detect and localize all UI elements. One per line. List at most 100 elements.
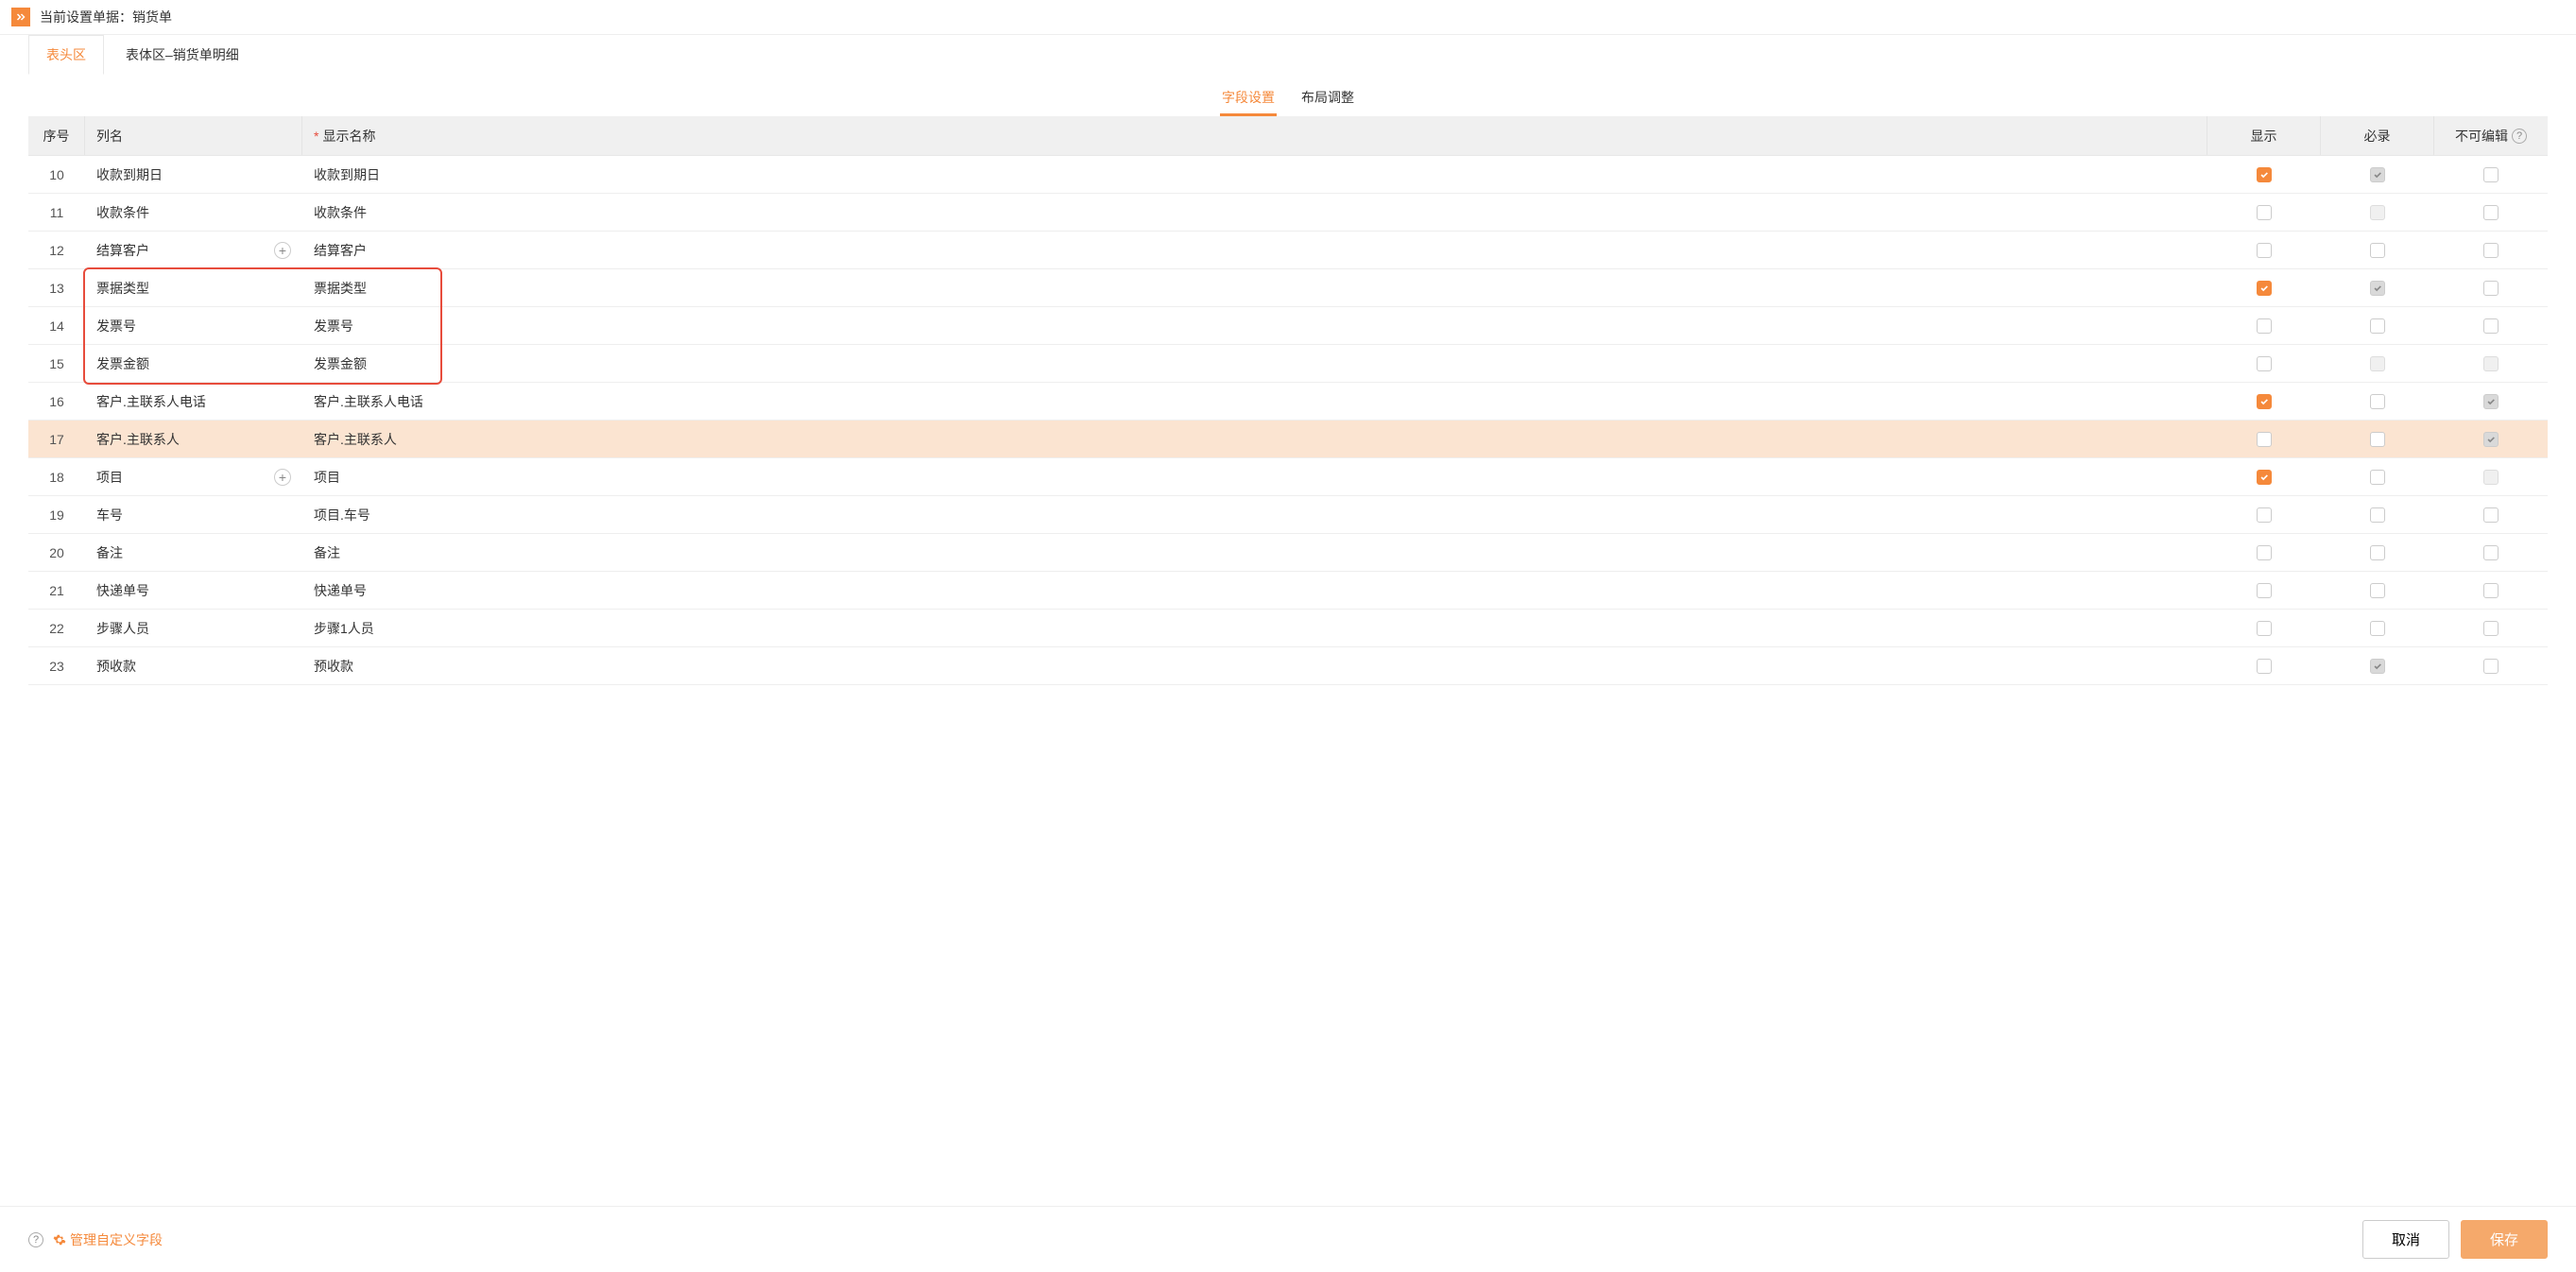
cell-display-name[interactable]: 发票金额 [302, 345, 2207, 382]
checkbox-show[interactable] [2257, 470, 2272, 485]
cell-display-name[interactable]: 收款到期日 [302, 156, 2207, 193]
checkbox-readonly[interactable] [2483, 167, 2499, 182]
checkbox-show[interactable] [2257, 432, 2272, 447]
manage-custom-fields-link[interactable]: 管理自定义字段 [53, 1230, 163, 1249]
cell-required [2321, 232, 2434, 268]
cancel-button[interactable]: 取消 [2362, 1220, 2449, 1259]
checkbox-required[interactable] [2370, 394, 2385, 409]
cell-readonly [2434, 269, 2548, 306]
add-child-button[interactable]: + [274, 242, 291, 259]
checkbox-show[interactable] [2257, 318, 2272, 334]
cell-required [2321, 383, 2434, 420]
checkbox-required[interactable] [2370, 583, 2385, 598]
save-button[interactable]: 保存 [2461, 1220, 2548, 1259]
tab-1[interactable]: 表体区–销货单明细 [108, 35, 257, 75]
checkbox-readonly [2483, 356, 2499, 371]
checkbox-readonly[interactable] [2483, 281, 2499, 296]
cell-display-name[interactable]: 客户.主联系人 [302, 421, 2207, 457]
checkbox-readonly[interactable] [2483, 659, 2499, 674]
cell-display-name[interactable]: 快递单号 [302, 572, 2207, 609]
cell-seq: 10 [28, 156, 85, 193]
cell-show [2207, 345, 2321, 382]
cell-display-name[interactable]: 客户.主联系人电话 [302, 383, 2207, 420]
checkbox-required[interactable] [2370, 545, 2385, 560]
cell-required [2321, 156, 2434, 193]
checkbox-required[interactable] [2370, 432, 2385, 447]
checkbox-readonly [2483, 394, 2499, 409]
checkbox-show[interactable] [2257, 545, 2272, 560]
checkbox-show[interactable] [2257, 205, 2272, 220]
cell-readonly [2434, 458, 2548, 495]
cell-seq: 21 [28, 572, 85, 609]
cell-col-name: 结算客户+ [85, 232, 302, 268]
cell-col-name: 步骤人员 [85, 610, 302, 646]
checkbox-show[interactable] [2257, 394, 2272, 409]
cell-show [2207, 534, 2321, 571]
cell-seq: 11 [28, 194, 85, 231]
checkbox-required[interactable] [2370, 621, 2385, 636]
checkbox-readonly [2483, 470, 2499, 485]
tab-0[interactable]: 表头区 [28, 35, 104, 75]
table-row: 12结算客户+结算客户 [28, 232, 2548, 269]
col-header-name: 列名 [85, 116, 302, 155]
table-row: 10收款到期日收款到期日 [28, 156, 2548, 194]
checkbox-show[interactable] [2257, 659, 2272, 674]
cell-display-name[interactable]: 项目.车号 [302, 496, 2207, 533]
help-icon[interactable]: ? [28, 1232, 43, 1247]
cell-show [2207, 647, 2321, 684]
sub-tab-0[interactable]: 字段设置 [1220, 88, 1277, 116]
checkbox-readonly[interactable] [2483, 507, 2499, 523]
cell-display-name[interactable]: 预收款 [302, 647, 2207, 684]
cell-display-name[interactable]: 步骤1人员 [302, 610, 2207, 646]
add-child-button[interactable]: + [274, 469, 291, 486]
cell-readonly [2434, 647, 2548, 684]
cell-seq: 18 [28, 458, 85, 495]
checkbox-required [2370, 167, 2385, 182]
table-container: 序号 列名 *显示名称 显示 必录 不可编辑? 10收款到期日收款到期日11收款… [0, 116, 2576, 1206]
cell-display-name[interactable]: 票据类型 [302, 269, 2207, 306]
checkbox-required[interactable] [2370, 470, 2385, 485]
cell-col-name: 票据类型 [85, 269, 302, 306]
checkbox-show[interactable] [2257, 243, 2272, 258]
cell-display-name[interactable]: 结算客户 [302, 232, 2207, 268]
cell-readonly [2434, 421, 2548, 457]
checkbox-show[interactable] [2257, 167, 2272, 182]
cell-col-name: 发票金额 [85, 345, 302, 382]
checkbox-required[interactable] [2370, 243, 2385, 258]
col-header-seq: 序号 [28, 116, 85, 155]
checkbox-required[interactable] [2370, 318, 2385, 334]
checkbox-required[interactable] [2370, 507, 2385, 523]
checkbox-show[interactable] [2257, 281, 2272, 296]
table-header: 序号 列名 *显示名称 显示 必录 不可编辑? [28, 116, 2548, 156]
cell-show [2207, 496, 2321, 533]
checkbox-show[interactable] [2257, 356, 2272, 371]
cell-required [2321, 496, 2434, 533]
checkbox-show[interactable] [2257, 621, 2272, 636]
checkbox-readonly[interactable] [2483, 243, 2499, 258]
header-bar: 当前设置单据：销货单 [0, 0, 2576, 35]
cell-display-name[interactable]: 备注 [302, 534, 2207, 571]
cell-readonly [2434, 383, 2548, 420]
cell-display-name[interactable]: 项目 [302, 458, 2207, 495]
help-icon[interactable]: ? [2512, 129, 2527, 144]
checkbox-readonly[interactable] [2483, 205, 2499, 220]
cell-col-name: 发票号 [85, 307, 302, 344]
checkbox-show[interactable] [2257, 507, 2272, 523]
cell-display-name[interactable]: 收款条件 [302, 194, 2207, 231]
cell-readonly [2434, 572, 2548, 609]
cell-seq: 17 [28, 421, 85, 457]
checkbox-readonly[interactable] [2483, 318, 2499, 334]
cell-readonly [2434, 194, 2548, 231]
table-body: 10收款到期日收款到期日11收款条件收款条件12结算客户+结算客户13票据类型票… [28, 156, 2548, 685]
sub-tab-1[interactable]: 布局调整 [1299, 88, 1356, 116]
checkbox-readonly[interactable] [2483, 545, 2499, 560]
checkbox-show[interactable] [2257, 583, 2272, 598]
collapse-sidebar-button[interactable] [11, 8, 30, 26]
table-row: 16客户.主联系人电话客户.主联系人电话 [28, 383, 2548, 421]
cell-display-name[interactable]: 发票号 [302, 307, 2207, 344]
cell-required [2321, 647, 2434, 684]
checkbox-readonly[interactable] [2483, 583, 2499, 598]
cell-seq: 15 [28, 345, 85, 382]
checkbox-readonly[interactable] [2483, 621, 2499, 636]
checkbox-required [2370, 205, 2385, 220]
